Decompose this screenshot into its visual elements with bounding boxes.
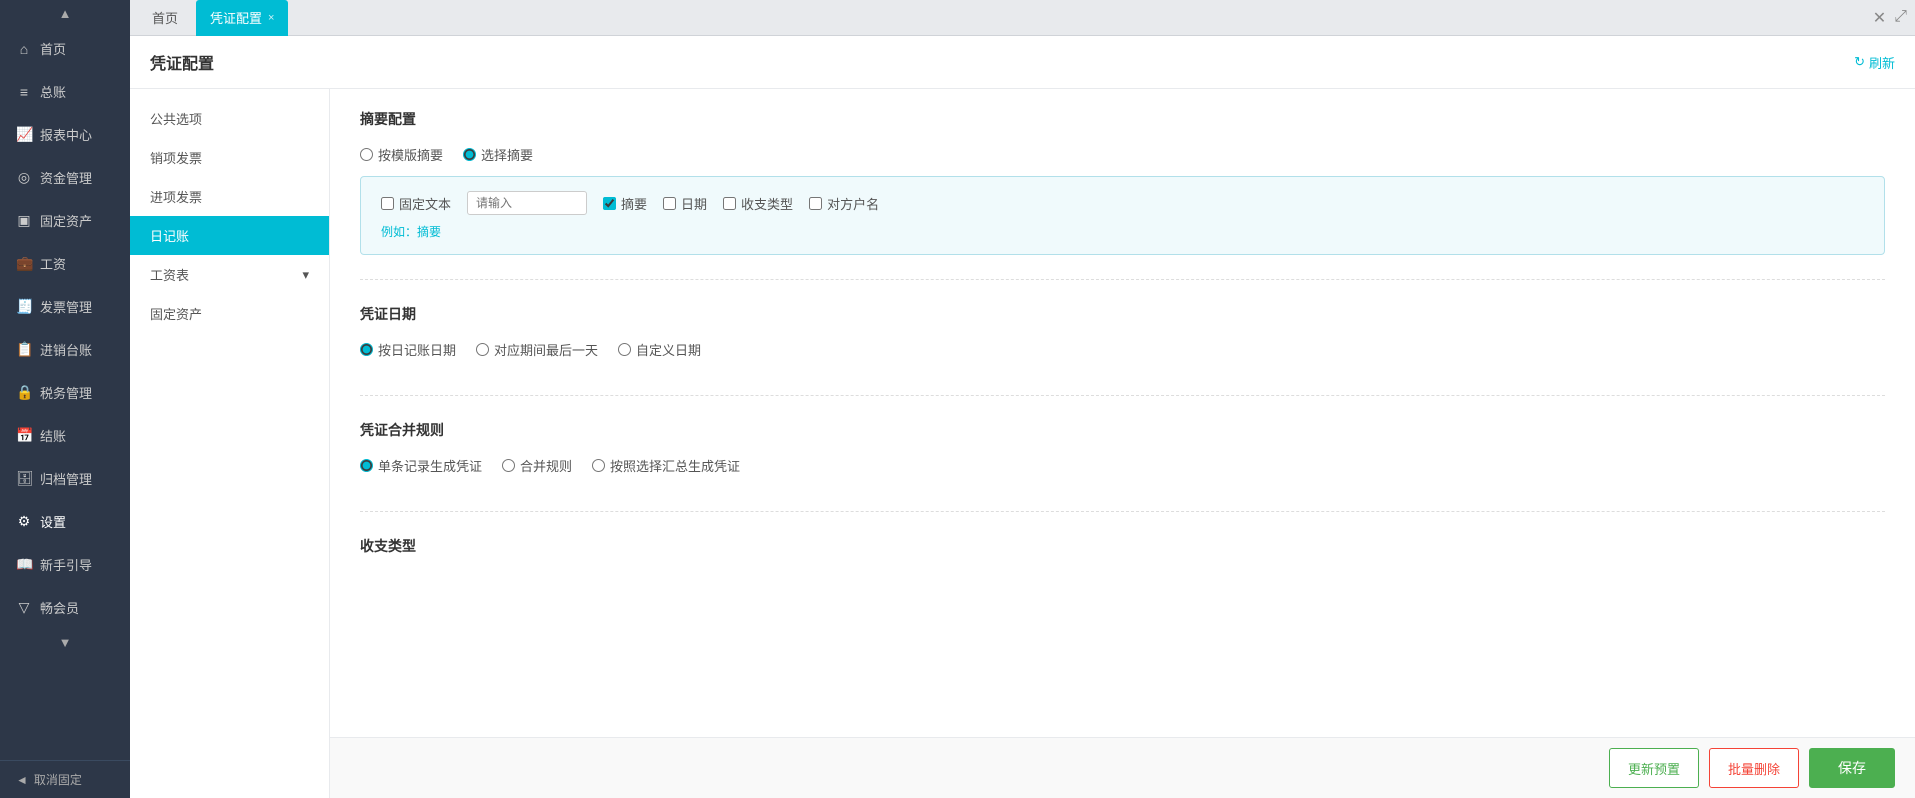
main-area: 首页 凭证配置 × ✕ ⤢ 凭证配置 ↻ 刷新 公共选项 销项发票 进	[130, 0, 1915, 798]
window-close-icon[interactable]: ✕	[1873, 8, 1886, 28]
merge-radio-row: 单条记录生成凭证 合并规则 按照选择汇总生成凭证	[360, 456, 1885, 475]
assets-icon: ▣	[16, 212, 32, 229]
sidebar-item-ledger[interactable]: ≡ 总账	[0, 70, 130, 113]
left-nav: 公共选项 销项发票 进项发票 日记账 工资表 ▾ 固定资产	[130, 89, 330, 798]
close-account-icon: 📅	[16, 427, 32, 444]
refresh-icon: ↻	[1854, 54, 1865, 70]
tab-voucher-config[interactable]: 凭证配置 ×	[196, 0, 288, 36]
batch-delete-button[interactable]: 批量删除	[1709, 748, 1799, 788]
sidebar-scroll-down[interactable]: ▼	[0, 629, 130, 656]
pin-icon: ◄	[16, 773, 28, 787]
date-radio-row: 按日记账日期 对应期间最后一天 自定义日期	[360, 340, 1885, 359]
summary-section: 摘要配置 按模版摘要 选择摘要	[360, 109, 1885, 280]
funds-icon: ◎	[16, 169, 32, 186]
page-title: 凭证配置	[150, 50, 214, 74]
merge-title: 凭证合并规则	[360, 420, 1885, 440]
summary-config-box: 固定文本 摘要 日期	[360, 176, 1885, 255]
sidebar-item-member[interactable]: ▽ 畅会员	[0, 586, 130, 629]
summary-radio-row: 按模版摘要 选择摘要	[360, 145, 1885, 164]
fixed-text-input[interactable]	[467, 191, 587, 215]
invoice-mgmt-icon: 🧾	[16, 298, 32, 315]
sidebar-item-salary[interactable]: 💼 工资	[0, 242, 130, 285]
checkbox-income-type[interactable]: 收支类型	[723, 194, 793, 213]
bottom-action-bar: 更新预置 批量删除 保存	[330, 737, 1915, 798]
window-expand-icon[interactable]: ⤢	[1894, 8, 1907, 28]
purchase-ledger-icon: 📋	[16, 341, 32, 358]
example-text: 例如：摘要	[381, 223, 1864, 240]
merge-section: 凭证合并规则 单条记录生成凭证 合并规则 按照选择汇总生成凭证	[360, 420, 1885, 512]
sidebar-item-purchase-ledger[interactable]: 📋 进销台账	[0, 328, 130, 371]
ledger-icon: ≡	[16, 84, 32, 100]
tab-controls: ✕ ⤢	[1873, 8, 1907, 28]
nav-item-public[interactable]: 公共选项	[130, 99, 329, 138]
archive-icon: 🗄	[16, 470, 32, 487]
reports-icon: 📈	[16, 126, 32, 143]
sidebar-item-funds[interactable]: ◎ 资金管理	[0, 156, 130, 199]
radio-merge-rule[interactable]: 合并规则	[502, 456, 572, 475]
income-type-title: 收支类型	[360, 536, 1885, 556]
income-type-section: 收支类型	[360, 536, 1885, 596]
save-button[interactable]: 保存	[1809, 748, 1895, 788]
radio-custom-date[interactable]: 自定义日期	[618, 340, 701, 359]
sidebar-item-home[interactable]: ⌂ 首页	[0, 27, 130, 70]
guide-icon: 📖	[16, 556, 32, 573]
nav-item-sales-invoice[interactable]: 销项发票	[130, 138, 329, 177]
radio-template-summary[interactable]: 按模版摘要	[360, 145, 443, 164]
tab-close-icon[interactable]: ×	[268, 12, 274, 24]
tax-icon: 🔒	[16, 384, 32, 401]
summary-checkbox-row: 固定文本 摘要 日期	[381, 191, 1864, 215]
sidebar-scroll-up[interactable]: ▲	[0, 0, 130, 27]
nav-item-journal[interactable]: 日记账	[130, 216, 329, 255]
checkbox-counterparty[interactable]: 对方户名	[809, 194, 879, 213]
member-icon: ▽	[16, 599, 32, 616]
sidebar-item-settings[interactable]: ⚙ 设置	[0, 500, 130, 543]
nav-item-fixed-assets[interactable]: 固定资产	[130, 294, 329, 333]
radio-single-record[interactable]: 单条记录生成凭证	[360, 456, 482, 475]
page-header: 凭证配置 ↻ 刷新	[130, 36, 1915, 89]
date-title: 凭证日期	[360, 304, 1885, 324]
radio-select-summary-voucher[interactable]: 按照选择汇总生成凭证	[592, 456, 740, 475]
radio-journal-date[interactable]: 按日记账日期	[360, 340, 456, 359]
checkbox-fixed-text[interactable]: 固定文本	[381, 194, 451, 213]
sidebar-item-guide[interactable]: 📖 新手引导	[0, 543, 130, 586]
nav-item-payroll-table[interactable]: 工资表 ▾	[130, 255, 329, 294]
checkbox-date[interactable]: 日期	[663, 194, 707, 213]
sidebar-item-invoice-mgmt[interactable]: 🧾 发票管理	[0, 285, 130, 328]
update-preview-button[interactable]: 更新预置	[1609, 748, 1699, 788]
tab-bar: 首页 凭证配置 × ✕ ⤢	[130, 0, 1915, 36]
checkbox-summary[interactable]: 摘要	[603, 194, 647, 213]
sidebar-item-archive[interactable]: 🗄 归档管理	[0, 457, 130, 500]
settings-icon: ⚙	[16, 513, 32, 530]
sidebar-item-assets[interactable]: ▣ 固定资产	[0, 199, 130, 242]
right-content: 摘要配置 按模版摘要 选择摘要	[330, 89, 1915, 737]
home-icon: ⌂	[16, 41, 32, 57]
nav-item-purchase-invoice[interactable]: 进项发票	[130, 177, 329, 216]
chevron-down-icon: ▾	[302, 267, 309, 283]
sidebar: ▲ ⌂ 首页 ≡ 总账 📈 报表中心 ◎ 资金管理 ▣ 固定资产 💼 工资 🧾 …	[0, 0, 130, 798]
radio-select-summary[interactable]: 选择摘要	[463, 145, 533, 164]
sidebar-item-tax[interactable]: 🔒 税务管理	[0, 371, 130, 414]
salary-icon: 💼	[16, 255, 32, 272]
tab-home[interactable]: 首页	[138, 0, 192, 36]
radio-last-day[interactable]: 对应期间最后一天	[476, 340, 598, 359]
date-section: 凭证日期 按日记账日期 对应期间最后一天 自定义日期	[360, 304, 1885, 396]
content-area: 公共选项 销项发票 进项发票 日记账 工资表 ▾ 固定资产	[130, 89, 1915, 798]
summary-title: 摘要配置	[360, 109, 1885, 129]
sidebar-item-close[interactable]: 📅 结账	[0, 414, 130, 457]
refresh-button[interactable]: ↻ 刷新	[1854, 53, 1895, 72]
sidebar-item-reports[interactable]: 📈 报表中心	[0, 113, 130, 156]
sidebar-unpin-button[interactable]: ◄ 取消固定	[0, 760, 130, 798]
